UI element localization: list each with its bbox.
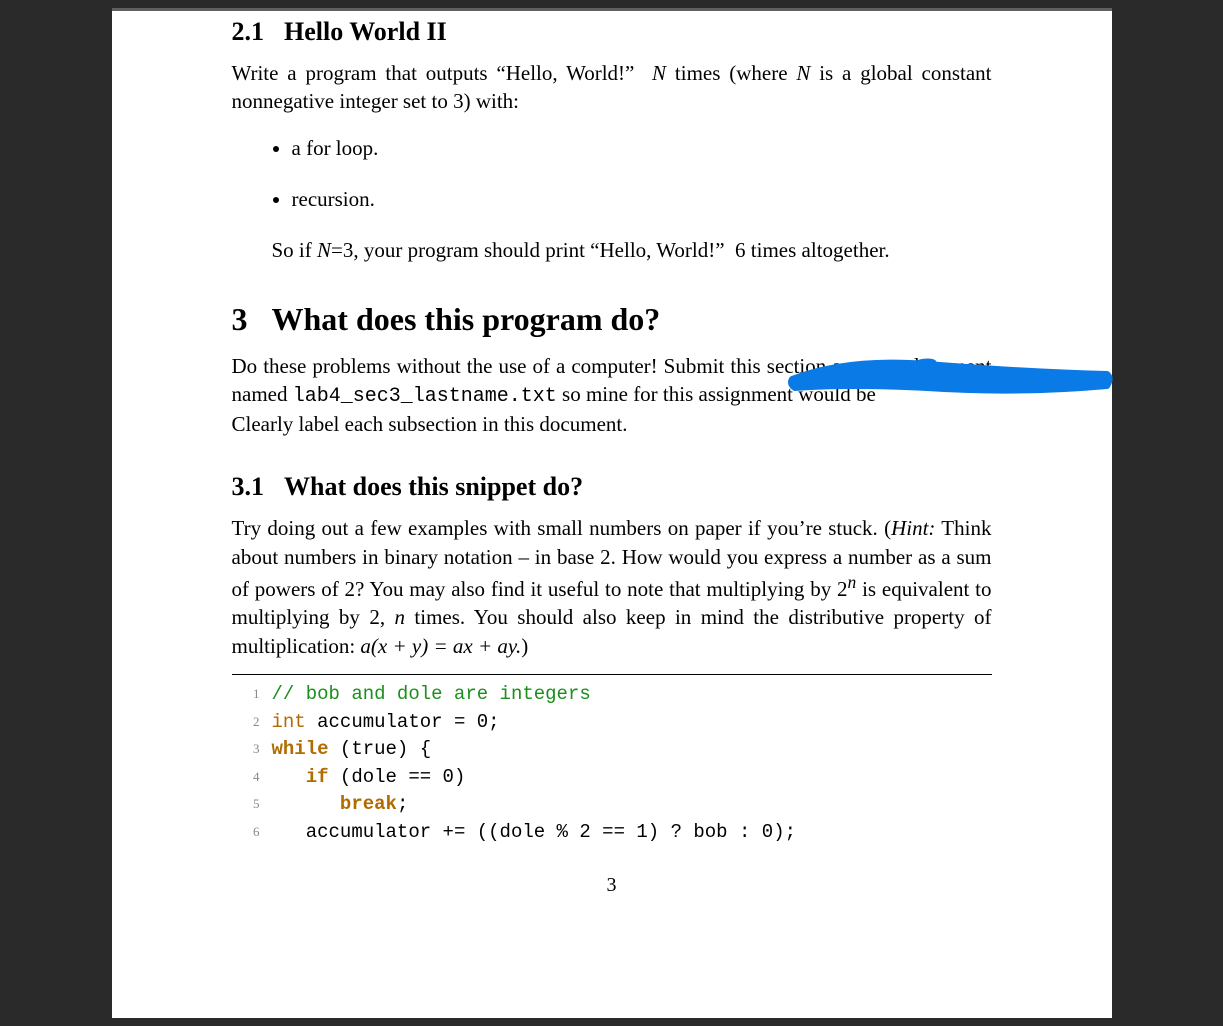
heading-2-1: 2.1 Hello World II bbox=[232, 17, 992, 47]
sec21-so-line: So if N=3, your program should print “He… bbox=[272, 238, 992, 263]
heading-number: 2.1 bbox=[232, 17, 265, 46]
heading-title: What does this snippet do? bbox=[284, 472, 583, 501]
bullet-for-loop: a for loop. bbox=[292, 136, 992, 161]
document-page: 2.1 Hello World II Write a program that o… bbox=[112, 8, 1112, 1018]
heading-3-1: 3.1 What does this snippet do? bbox=[232, 472, 992, 502]
heading-number: 3.1 bbox=[232, 472, 265, 501]
code-line-4: 4 if (dole == 0) bbox=[232, 764, 992, 792]
bullet-recursion: recursion. bbox=[292, 187, 992, 212]
code-line-1: 1 // bob and dole are integers bbox=[232, 681, 992, 709]
heading-number: 3 bbox=[232, 301, 248, 337]
code-listing: 1 // bob and dole are integers 2 int acc… bbox=[232, 674, 992, 846]
filename-code: lab4_sec3_lastname.txt bbox=[293, 385, 557, 408]
sec21-bullets: a for loop. recursion. bbox=[232, 136, 992, 212]
sec31-hint: Try doing out a few examples with small … bbox=[232, 514, 992, 660]
code-line-5: 5 break; bbox=[232, 791, 992, 819]
sec3-paragraph: Do these problems without the use of a c… bbox=[232, 352, 992, 439]
sec21-intro: Write a program that outputs “Hello, Wor… bbox=[232, 59, 992, 116]
code-line-6: 6 accumulator += ((dole % 2 == 1) ? bob … bbox=[232, 819, 992, 847]
heading-3: 3 What does this program do? bbox=[232, 301, 992, 338]
heading-title: Hello World II bbox=[284, 17, 447, 46]
heading-title: What does this program do? bbox=[272, 301, 661, 337]
page-number: 3 bbox=[232, 874, 992, 897]
code-line-3: 3 while (true) { bbox=[232, 736, 992, 764]
code-line-2: 2 int accumulator = 0; bbox=[232, 709, 992, 737]
